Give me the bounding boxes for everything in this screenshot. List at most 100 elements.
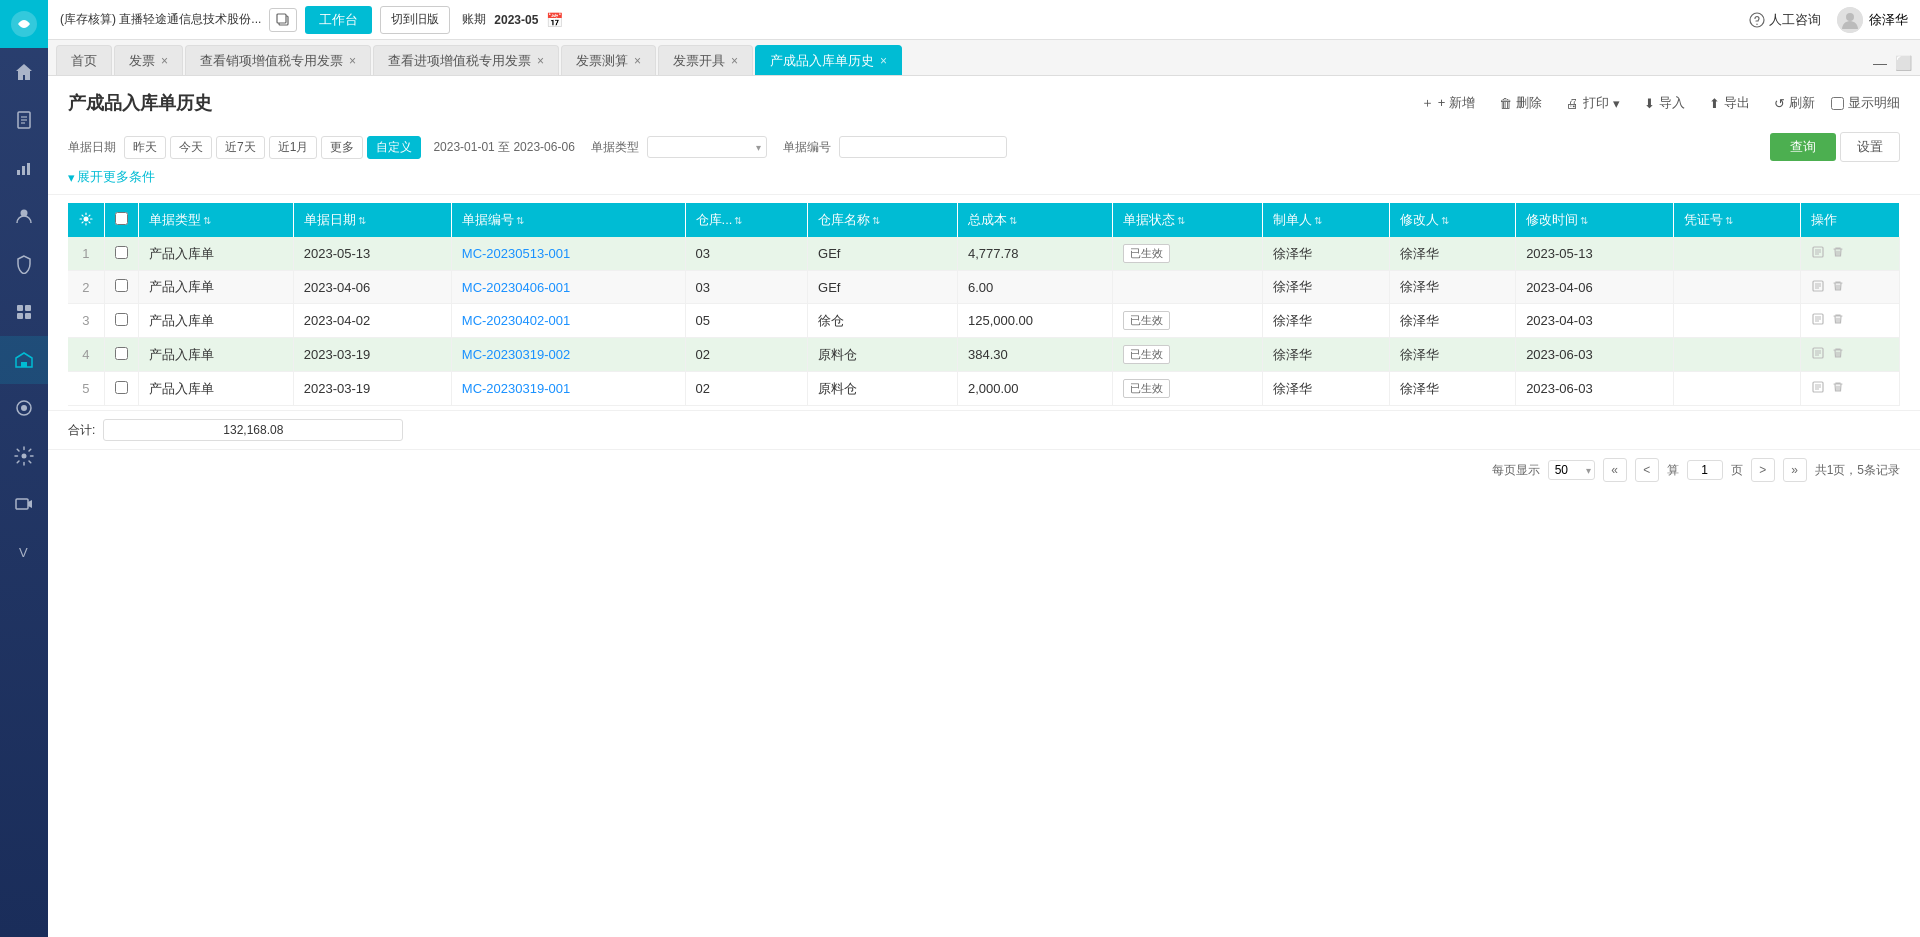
- tab-invoice-calc-close[interactable]: ×: [634, 54, 641, 68]
- row-edit-icon[interactable]: [1811, 279, 1825, 296]
- th-type[interactable]: 单据类型⇅: [138, 203, 293, 237]
- calendar-icon[interactable]: 📅: [546, 12, 563, 28]
- filter-expand-btn[interactable]: ▾ 展开更多条件: [68, 168, 1900, 186]
- tab-invoice-open[interactable]: 发票开具 ×: [658, 45, 753, 75]
- th-warehouse-code[interactable]: 仓库...⇅: [685, 203, 808, 237]
- row-delete-icon[interactable]: [1831, 312, 1845, 329]
- app-logo[interactable]: [0, 0, 48, 48]
- row-number-link[interactable]: MC-20230319-002: [462, 347, 570, 362]
- filter-yesterday[interactable]: 昨天: [124, 136, 166, 159]
- next-page-btn[interactable]: >: [1751, 458, 1775, 482]
- filter-1month[interactable]: 近1月: [269, 136, 318, 159]
- setting-button[interactable]: 设置: [1840, 132, 1900, 162]
- sidebar-item-analytics[interactable]: [0, 144, 48, 192]
- tab-invoice[interactable]: 发票 ×: [114, 45, 183, 75]
- sidebar-item-home[interactable]: [0, 48, 48, 96]
- th-creator[interactable]: 制单人⇅: [1263, 203, 1389, 237]
- row-edit-icon[interactable]: [1811, 346, 1825, 363]
- th-modifier[interactable]: 修改人⇅: [1389, 203, 1515, 237]
- sidebar-item-module1[interactable]: [0, 288, 48, 336]
- tab-sales-vat[interactable]: 查看销项增值税专用发票 ×: [185, 45, 371, 75]
- row-edit-icon[interactable]: [1811, 380, 1825, 397]
- row-checkbox-cell[interactable]: [104, 338, 138, 372]
- row-checkbox-cell[interactable]: [104, 271, 138, 304]
- filter-7days[interactable]: 近7天: [216, 136, 265, 159]
- th-voucher[interactable]: 凭证号⇅: [1674, 203, 1800, 237]
- sidebar-item-warehouse[interactable]: [0, 336, 48, 384]
- th-total-cost[interactable]: 总成本⇅: [957, 203, 1112, 237]
- th-date[interactable]: 单据日期⇅: [293, 203, 451, 237]
- row-number[interactable]: MC-20230319-001: [451, 372, 685, 406]
- user-info[interactable]: 徐泽华: [1837, 7, 1908, 33]
- row-delete-icon[interactable]: [1831, 346, 1845, 363]
- tab-invoice-calc[interactable]: 发票测算 ×: [561, 45, 656, 75]
- refresh-button[interactable]: ↺ 刷新: [1766, 90, 1823, 116]
- switch-version-button[interactable]: 切到旧版: [380, 6, 450, 34]
- sidebar-item-settings[interactable]: [0, 432, 48, 480]
- row-checkbox[interactable]: [115, 347, 128, 360]
- row-number[interactable]: MC-20230513-001: [451, 237, 685, 271]
- import-button[interactable]: ⬇ 导入: [1636, 90, 1693, 116]
- workbench-button[interactable]: 工作台: [305, 6, 372, 34]
- row-delete-icon[interactable]: [1831, 380, 1845, 397]
- sidebar-item-security[interactable]: [0, 240, 48, 288]
- page-size-select[interactable]: 50 100 200: [1548, 460, 1595, 480]
- tab-minimize-icon[interactable]: —: [1873, 55, 1887, 71]
- select-all-checkbox[interactable]: [115, 212, 128, 225]
- export-button[interactable]: ⬆ 导出: [1701, 90, 1758, 116]
- th-status[interactable]: 单据状态⇅: [1113, 203, 1263, 237]
- filter-type-select[interactable]: 产品入库单: [647, 136, 767, 158]
- row-checkbox[interactable]: [115, 313, 128, 326]
- new-button[interactable]: ＋ + 新增: [1413, 90, 1483, 116]
- row-number-link[interactable]: MC-20230402-001: [462, 313, 570, 328]
- row-checkbox-cell[interactable]: [104, 304, 138, 338]
- sidebar-item-version[interactable]: V: [0, 528, 48, 576]
- row-edit-icon[interactable]: [1811, 245, 1825, 262]
- filter-number-input[interactable]: [839, 136, 1007, 158]
- filter-today[interactable]: 今天: [170, 136, 212, 159]
- page-input[interactable]: [1687, 460, 1723, 480]
- sidebar-item-video[interactable]: [0, 480, 48, 528]
- tab-purchase-vat-close[interactable]: ×: [537, 54, 544, 68]
- row-checkbox[interactable]: [115, 381, 128, 394]
- query-button[interactable]: 查询: [1770, 133, 1836, 161]
- display-toggle[interactable]: 显示明细: [1831, 94, 1900, 112]
- last-page-btn[interactable]: »: [1783, 458, 1807, 482]
- filter-more[interactable]: 更多: [321, 136, 363, 159]
- tab-sales-vat-close[interactable]: ×: [349, 54, 356, 68]
- prev-page-btn[interactable]: <: [1635, 458, 1659, 482]
- row-edit-icon[interactable]: [1811, 312, 1825, 329]
- sidebar-item-users[interactable]: [0, 192, 48, 240]
- sidebar-item-invoice[interactable]: [0, 96, 48, 144]
- copy-button[interactable]: [269, 8, 297, 32]
- th-number[interactable]: 单据编号⇅: [451, 203, 685, 237]
- tab-product-history[interactable]: 产成品入库单历史 ×: [755, 45, 902, 75]
- tab-purchase-vat[interactable]: 查看进项增值税专用发票 ×: [373, 45, 559, 75]
- row-number[interactable]: MC-20230319-002: [451, 338, 685, 372]
- delete-button[interactable]: 🗑 删除: [1491, 90, 1550, 116]
- print-button[interactable]: 🖨 打印 ▾: [1558, 90, 1628, 116]
- filter-custom[interactable]: 自定义: [367, 136, 421, 159]
- row-delete-icon[interactable]: [1831, 245, 1845, 262]
- first-page-btn[interactable]: «: [1603, 458, 1627, 482]
- row-delete-icon[interactable]: [1831, 279, 1845, 296]
- row-checkbox-cell[interactable]: [104, 237, 138, 271]
- row-number-link[interactable]: MC-20230513-001: [462, 246, 570, 261]
- tab-maximize-icon[interactable]: ⬜: [1895, 55, 1912, 71]
- service-button[interactable]: 人工咨询: [1749, 11, 1821, 29]
- row-number[interactable]: MC-20230406-001: [451, 271, 685, 304]
- row-number-link[interactable]: MC-20230406-001: [462, 280, 570, 295]
- row-checkbox[interactable]: [115, 279, 128, 292]
- row-checkbox-cell[interactable]: [104, 372, 138, 406]
- tab-product-history-close[interactable]: ×: [880, 54, 887, 68]
- th-warehouse-name[interactable]: 仓库名称⇅: [808, 203, 958, 237]
- th-settings[interactable]: [68, 203, 104, 237]
- row-checkbox[interactable]: [115, 246, 128, 259]
- row-number[interactable]: MC-20230402-001: [451, 304, 685, 338]
- sidebar-item-product[interactable]: [0, 384, 48, 432]
- row-number-link[interactable]: MC-20230319-001: [462, 381, 570, 396]
- th-checkbox[interactable]: [104, 203, 138, 237]
- tab-home[interactable]: 首页: [56, 45, 112, 75]
- tab-invoice-close[interactable]: ×: [161, 54, 168, 68]
- display-toggle-checkbox[interactable]: [1831, 97, 1844, 110]
